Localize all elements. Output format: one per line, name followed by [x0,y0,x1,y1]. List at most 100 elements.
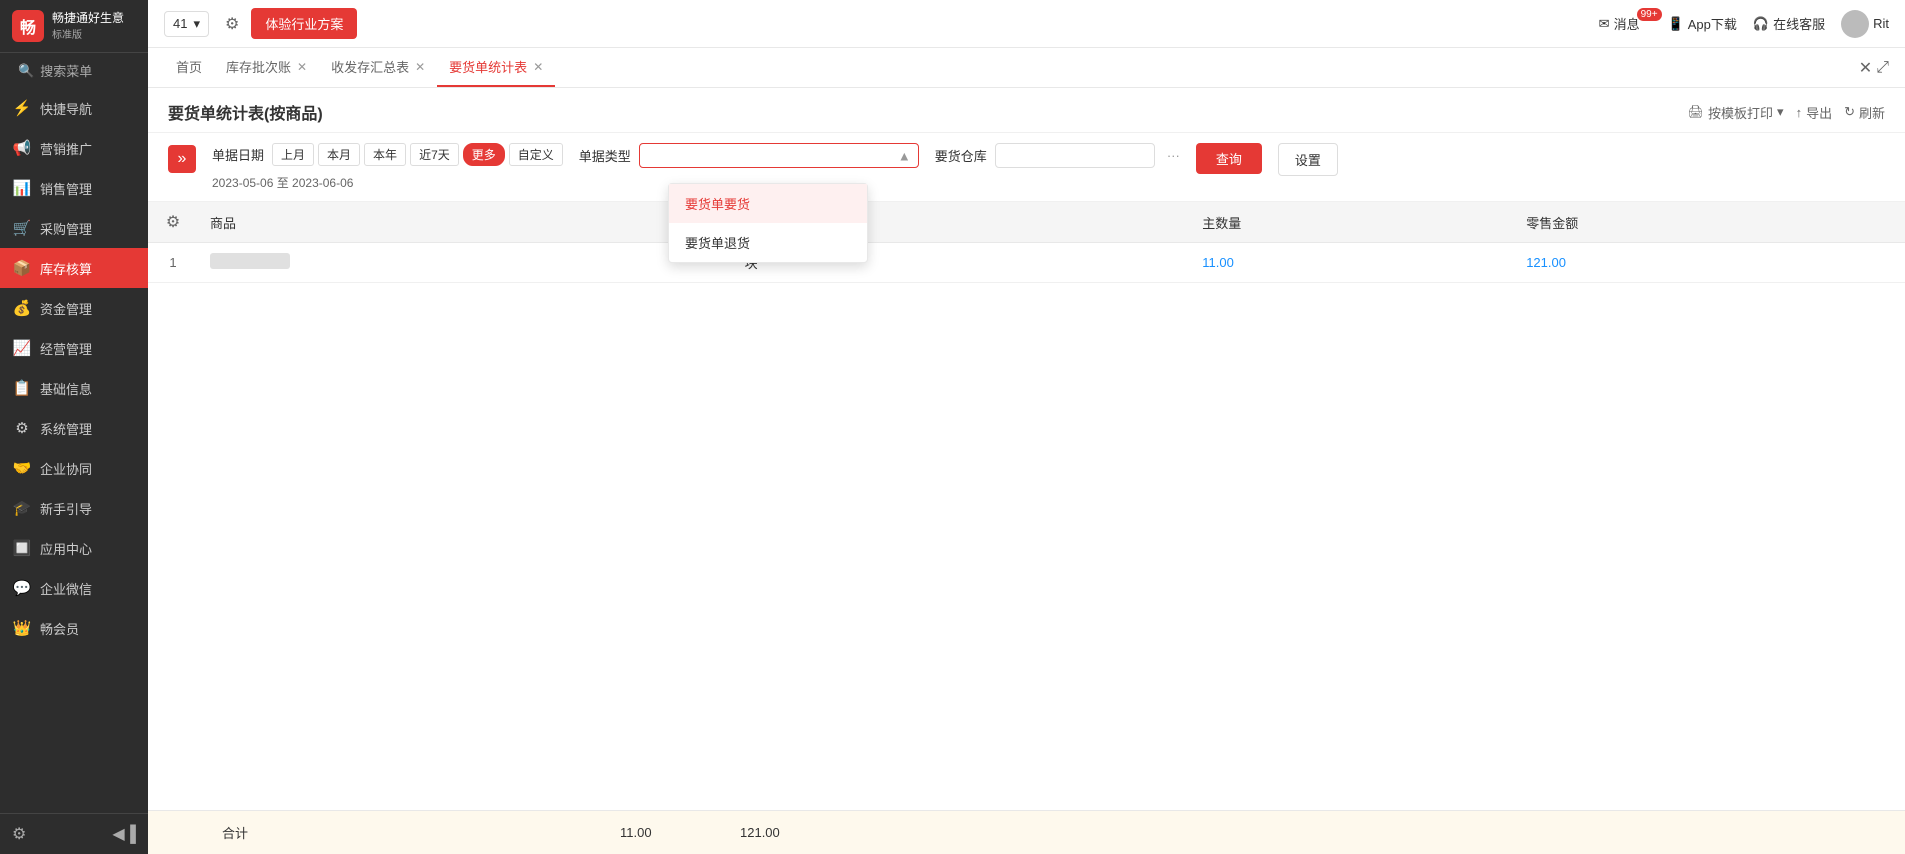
type-filter-group: 单据类型 ▲ [579,143,919,168]
avatar [1841,10,1869,38]
page-content: 要货单统计表(按商品) 🖨 按模板打印 ▾ ↑ 导出 ↻ 刷新 [148,88,1905,854]
print-icon: 🖨 [1688,104,1705,120]
col-gear: ⚙ [148,202,198,243]
sidebar-item-12[interactable]: 💬 企业微信 [0,568,148,608]
date-btn-more[interactable]: 更多 [463,143,505,166]
date-filter-label: 单据日期 [212,145,264,164]
page-container: 要货单统计表(按商品) 🖨 按模板打印 ▾ ↑ 导出 ↻ 刷新 [148,88,1905,854]
sidebar-item-8[interactable]: ⚙ 系统管理 [0,408,148,448]
nav-icon-9: 🤝 [12,458,32,478]
dropdown-item-require-goods[interactable]: 要货单要货 [669,184,867,223]
search-icon: 🔍 [18,63,34,79]
warehouse-filter-group: 要货仓库 ··· [935,143,1180,168]
tabs-close-all-button[interactable]: ✕ [1859,58,1872,78]
tab-inventory-batch[interactable]: 库存批次账 ✕ [214,48,319,87]
app-download-button[interactable]: 📱 App下载 [1668,14,1737,33]
nav-icon-2: 📊 [12,178,32,198]
sidebar-footer: ⚙ ◀▐ [0,813,148,854]
date-filter-group: 单据日期 上月 本月 本年 近7天 更多 自定义 2023-05-06 至 20… [212,143,563,191]
sidebar-item-6[interactable]: 📈 经营管理 [0,328,148,368]
sidebar-item-5[interactable]: 💰 资金管理 [0,288,148,328]
online-service-button[interactable]: 🎧 在线客服 [1753,14,1825,33]
sidebar-item-9[interactable]: 🤝 企业协同 [0,448,148,488]
query-button[interactable]: 查询 [1196,143,1262,174]
filter-expand-button[interactable]: » [168,145,196,173]
data-table: ⚙ 商品 主计量单位 主数量 零售金额 1 [148,202,1905,283]
row-qty: 11.00 [1190,243,1514,283]
sidebar: 畅 畅捷通好生意 标准版 🔍 搜索菜单 ⚡ 快捷导航 📢 营销推广 📊 销售管理… [0,0,148,854]
sidebar-item-13[interactable]: 👑 畅会员 [0,608,148,648]
date-btn-this-month[interactable]: 本月 [318,143,360,166]
messages-button[interactable]: ✉ 消息 99+ [1599,14,1652,33]
filter-more-icon[interactable]: ··· [1167,148,1180,163]
tab-home[interactable]: 首页 [164,48,214,87]
type-filter-input[interactable] [639,143,919,168]
tab-close-receive-send[interactable]: ✕ [415,60,425,74]
date-btn-7days[interactable]: 近7天 [410,143,459,166]
user-avatar-button[interactable]: Rit [1841,10,1889,38]
sidebar-item-0[interactable]: ⚡ 快捷导航 [0,88,148,128]
date-btn-last-month[interactable]: 上月 [272,143,314,166]
row-amount: 121.00 [1514,243,1905,283]
date-btn-custom[interactable]: 自定义 [509,143,563,166]
export-button[interactable]: ↑ 导出 [1796,103,1833,122]
export-icon: ↑ [1796,105,1803,120]
sidebar-header: 畅 畅捷通好生意 标准版 [0,0,148,53]
print-dropdown-icon: ▾ [1777,104,1784,120]
sidebar-item-3[interactable]: 🛒 采购管理 [0,208,148,248]
total-quantity: 11.00 [620,825,740,840]
app-title: 畅捷通好生意 [52,11,124,27]
tabs-expand-button[interactable]: ⤢ [1876,59,1889,77]
nav-icon-7: 📋 [12,378,32,398]
chevron-up-icon[interactable]: ▲ [898,148,911,163]
trial-button[interactable]: 体验行业方案 [251,8,357,39]
headset-icon: 🎧 [1753,16,1769,32]
type-input-container: ▲ [639,143,919,168]
topbar-left: 41 ▾ ⚙ 体验行业方案 [164,8,1599,39]
collapse-icon[interactable]: ◀▐ [112,824,136,844]
topbar: 41 ▾ ⚙ 体验行业方案 ✉ 消息 99+ 📱 App下载 🎧 在线客服 R [148,0,1905,48]
settings-button[interactable]: 设置 [1278,143,1338,176]
topbar-gear-icon[interactable]: ⚙ [225,14,239,34]
tab-order-statistics[interactable]: 要货单统计表 ✕ [437,48,555,87]
filter-bar: » 单据日期 上月 本月 本年 近7天 更多 自定义 [148,133,1905,202]
nav-icon-10: 🎓 [12,498,32,518]
warehouse-filter-label: 要货仓库 [935,146,987,165]
product-blurred [210,253,290,269]
settings-icon[interactable]: ⚙ [12,824,26,844]
main-content: 41 ▾ ⚙ 体验行业方案 ✉ 消息 99+ 📱 App下载 🎧 在线客服 R [148,0,1905,854]
date-btn-this-year[interactable]: 本年 [364,143,406,166]
sidebar-item-11[interactable]: 🔲 应用中心 [0,528,148,568]
column-settings-icon[interactable]: ⚙ [166,214,180,231]
tab-receive-send-summary[interactable]: 收发存汇总表 ✕ [319,48,437,87]
tab-close-inventory-batch[interactable]: ✕ [297,60,307,74]
username: Rit [1873,16,1889,31]
warehouse-filter-input[interactable] [995,143,1155,168]
total-row: 合计 11.00 121.00 [148,823,1905,842]
sidebar-item-2[interactable]: 📊 销售管理 [0,168,148,208]
chevron-down-icon: ▾ [193,16,200,32]
table-header-row: ⚙ 商品 主计量单位 主数量 零售金额 [148,202,1905,243]
col-amount: 零售金额 [1514,202,1905,243]
company-count: 41 [173,16,187,31]
nav-icon-12: 💬 [12,578,32,598]
sidebar-item-inventory[interactable]: 📦 库存核算 [0,248,148,288]
dropdown-item-return-goods[interactable]: 要货单退货 [669,223,867,262]
topbar-right: ✉ 消息 99+ 📱 App下载 🎧 在线客服 Rit [1599,10,1889,38]
sidebar-item-1[interactable]: 📢 营销推广 [0,128,148,168]
sidebar-item-7[interactable]: 📋 基础信息 [0,368,148,408]
nav-icon-1: 📢 [12,138,32,158]
total-label: 合计 [210,823,490,842]
refresh-button[interactable]: ↻ 刷新 [1844,103,1885,122]
tab-close-order-statistics[interactable]: ✕ [533,60,543,74]
nav-icon-11: 🔲 [12,538,32,558]
nav-icon-8: ⚙ [12,418,32,438]
nav-icon-6: 📈 [12,338,32,358]
sidebar-item-10[interactable]: 🎓 新手引导 [0,488,148,528]
date-range-display: 2023-05-06 至 2023-06-06 [212,174,563,191]
sidebar-search[interactable]: 🔍 搜索菜单 [0,53,148,88]
print-template-button[interactable]: 🖨 按模板打印 ▾ [1688,103,1784,122]
company-dropdown[interactable]: 41 ▾ [164,11,209,37]
tabs-bar: 首页 库存批次账 ✕ 收发存汇总表 ✕ 要货单统计表 ✕ ✕ ⤢ [148,48,1905,88]
nav-icon-13: 👑 [12,618,32,638]
